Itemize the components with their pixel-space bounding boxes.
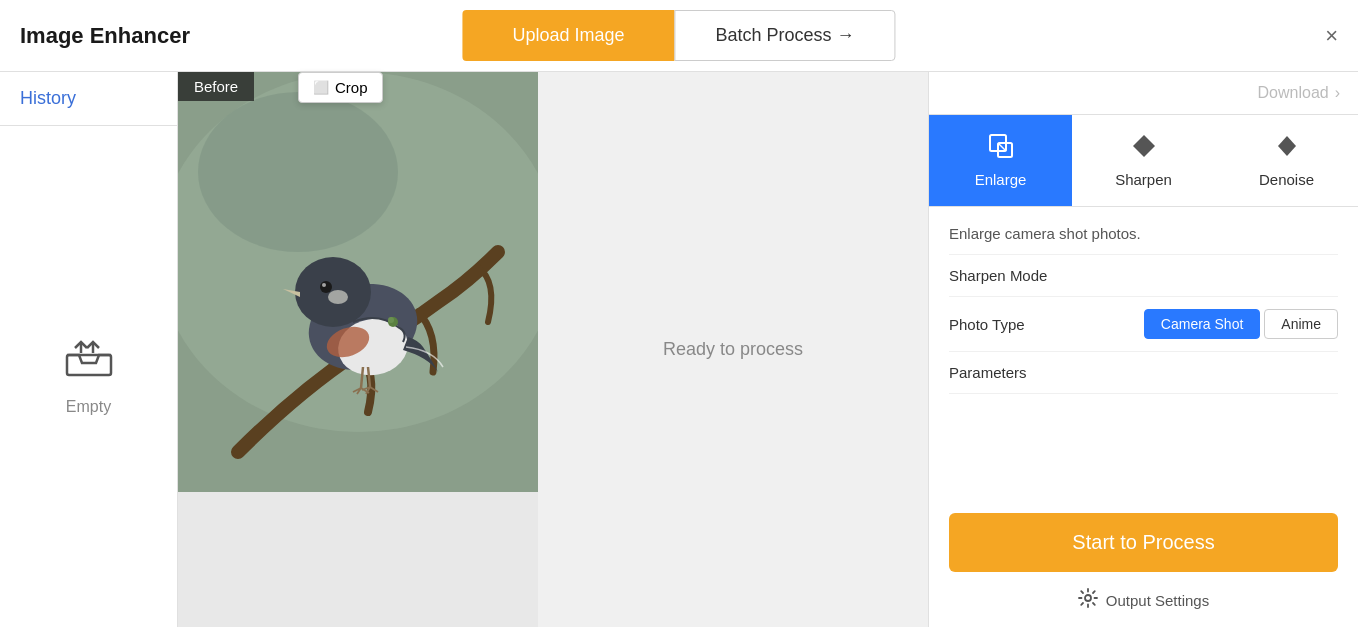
- sidebar-item-history[interactable]: History: [0, 72, 177, 126]
- parameters-label: Parameters: [949, 364, 1027, 381]
- sharpen-icon: [1131, 133, 1157, 165]
- start-process-button[interactable]: Start to Process: [949, 513, 1338, 572]
- ready-to-process-text: Ready to process: [663, 339, 803, 360]
- crop-icon: ⬜: [313, 80, 329, 95]
- output-settings-row[interactable]: Output Settings: [929, 588, 1358, 627]
- upload-image-button[interactable]: Upload Image: [462, 10, 674, 61]
- tab-denoise-label: Denoise: [1259, 171, 1314, 188]
- tab-denoise[interactable]: Denoise: [1215, 115, 1358, 206]
- main-layout: History Empty Before ⬜ Crop: [0, 72, 1358, 627]
- svg-point-10: [328, 290, 348, 304]
- photo-type-label: Photo Type: [949, 316, 1025, 333]
- before-panel: Before ⬜ Crop: [178, 72, 538, 627]
- gear-icon: [1078, 588, 1098, 613]
- mode-tabs: Enlarge Sharpen Denoise: [929, 115, 1358, 207]
- svg-marker-15: [1133, 135, 1155, 157]
- svg-point-17: [1085, 595, 1091, 601]
- output-settings-label: Output Settings: [1106, 592, 1209, 609]
- image-area: Before ⬜ Crop: [178, 72, 928, 627]
- enlarge-description: Enlarge camera shot photos.: [949, 225, 1338, 255]
- tab-enlarge-label: Enlarge: [975, 171, 1027, 188]
- bird-image: [178, 72, 538, 492]
- enlarge-icon: [988, 133, 1014, 165]
- tab-sharpen-label: Sharpen: [1115, 171, 1172, 188]
- sharpen-mode-label: Sharpen Mode: [949, 267, 1047, 284]
- download-row: Download ›: [929, 72, 1358, 115]
- photo-type-row: Photo Type Camera Shot Anime: [949, 297, 1338, 352]
- denoise-icon: [1274, 133, 1300, 165]
- photo-type-buttons: Camera Shot Anime: [1144, 309, 1338, 339]
- after-panel: Ready to process: [538, 72, 928, 627]
- tab-sharpen[interactable]: Sharpen: [1072, 115, 1215, 206]
- svg-point-8: [320, 281, 332, 293]
- download-label[interactable]: Download: [1258, 84, 1329, 102]
- crop-button[interactable]: ⬜ Crop: [298, 72, 383, 103]
- sidebar-empty-area: Empty: [0, 126, 177, 627]
- download-arrow-icon: ›: [1335, 84, 1340, 102]
- svg-marker-16: [1278, 136, 1296, 156]
- photo-type-anime[interactable]: Anime: [1264, 309, 1338, 339]
- photo-type-camera-shot[interactable]: Camera Shot: [1144, 309, 1260, 339]
- batch-process-button[interactable]: Batch Process →: [675, 10, 896, 61]
- inbox-icon: [65, 337, 113, 386]
- settings-area: Enlarge camera shot photos. Sharpen Mode…: [929, 207, 1358, 513]
- svg-point-9: [322, 283, 326, 287]
- enlarge-desc-text: Enlarge camera shot photos.: [949, 225, 1141, 242]
- svg-rect-0: [67, 355, 111, 375]
- header-center: Upload Image Batch Process →: [462, 10, 895, 61]
- svg-point-3: [198, 92, 398, 252]
- right-panel: Download › Enlarge: [928, 72, 1358, 627]
- close-button[interactable]: ×: [1325, 23, 1338, 49]
- app-title: Image Enhancer: [20, 23, 190, 49]
- before-label: Before: [178, 72, 254, 101]
- sharpen-mode-row: Sharpen Mode: [949, 255, 1338, 297]
- sidebar: History Empty: [0, 72, 178, 627]
- sidebar-empty-label: Empty: [66, 398, 111, 416]
- header: Image Enhancer Upload Image Batch Proces…: [0, 0, 1358, 72]
- svg-point-12: [388, 317, 394, 323]
- parameters-row: Parameters: [949, 352, 1338, 394]
- tab-enlarge[interactable]: Enlarge: [929, 115, 1072, 206]
